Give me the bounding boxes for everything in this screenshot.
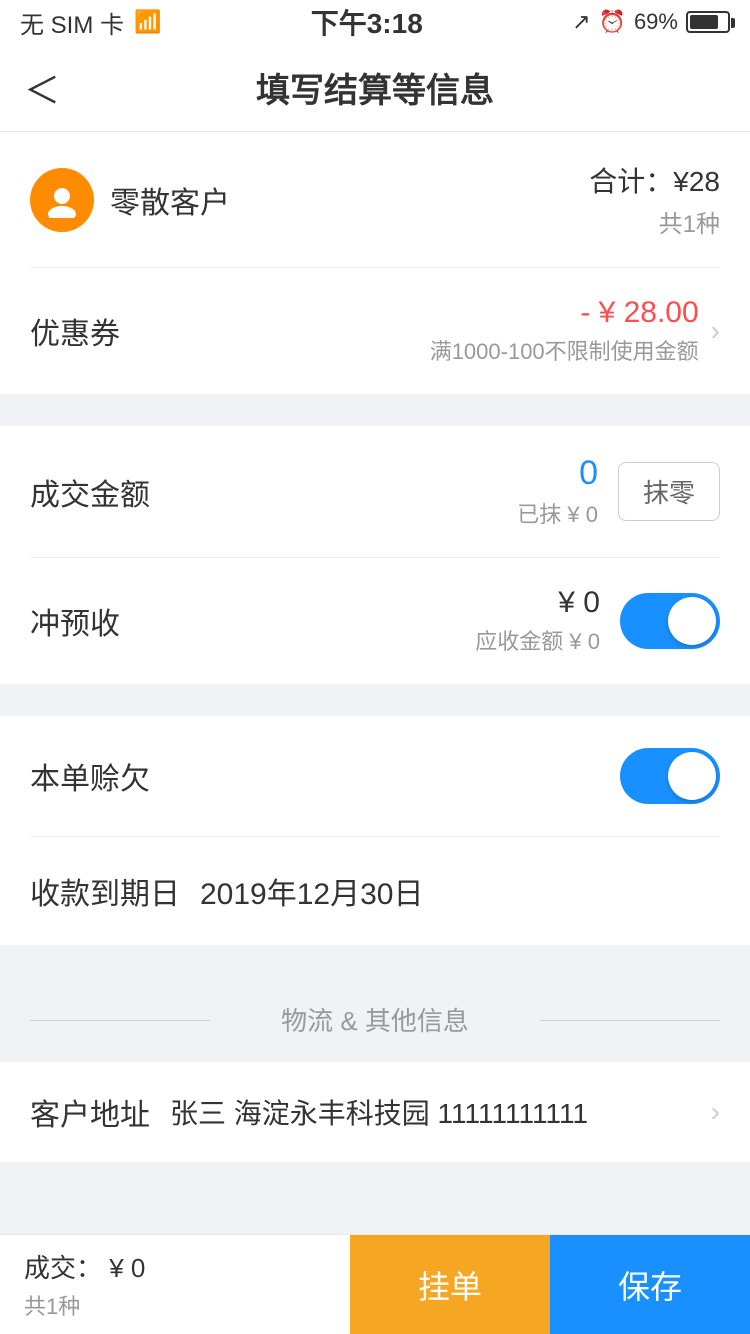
deal-value-block: 0 已抹 ¥ 0 — [517, 454, 598, 529]
credit-row: 本单赊欠 — [0, 716, 750, 836]
customer-info: 零散客户 — [30, 168, 230, 232]
customer-total: 合计：¥28 — [589, 160, 720, 200]
wifi-icon: 📶 — [134, 9, 161, 35]
prepaid-row: 冲预收 ¥ 0 应收金额 ¥ 0 — [0, 558, 750, 684]
prepaid-value-block: ¥ 0 应收金额 ¥ 0 — [475, 586, 600, 656]
address-chevron-icon: › — [711, 1096, 720, 1128]
avatar — [30, 168, 94, 232]
prepaid-amount: ¥ 0 — [475, 586, 600, 620]
credit-toggle-knob — [668, 752, 716, 800]
due-date-row: 收款到期日 2019年12月30日 — [0, 837, 750, 945]
credit-label: 本单赊欠 — [30, 754, 150, 798]
bottom-count-label: 共1种 — [24, 1289, 326, 1321]
prepaid-receivable: 应收金额 ¥ 0 — [475, 624, 600, 656]
nav-bar: ＜ 填写结算等信息 — [0, 44, 750, 132]
status-time: 下午3:18 — [311, 2, 423, 42]
deal-amount-value: 0 — [517, 454, 598, 493]
battery-icon — [686, 11, 730, 33]
deal-right: 0 已抹 ¥ 0 抹零 — [517, 454, 720, 529]
address-label: 客户地址 — [30, 1090, 150, 1134]
battery-percent: 69% — [634, 9, 678, 35]
section-separator-1 — [0, 410, 750, 426]
bottom-deal-label: 成交： ¥ 0 — [24, 1248, 326, 1285]
pending-button[interactable]: 挂单 — [350, 1235, 550, 1334]
credit-toggle[interactable] — [620, 748, 720, 804]
logistics-label: 物流 & 其他信息 — [281, 1006, 469, 1036]
prepaid-right: ¥ 0 应收金额 ¥ 0 — [475, 586, 720, 656]
status-right: ↗ ⏰ 69% — [572, 9, 730, 35]
customer-total-block: 合计：¥28 共1种 — [589, 160, 720, 239]
customer-row: 零散客户 合计：¥28 共1种 — [0, 132, 750, 267]
due-date-label: 收款到期日 — [30, 869, 180, 913]
customer-count: 共1种 — [589, 204, 720, 239]
customer-name: 零散客户 — [110, 178, 230, 222]
coupon-row[interactable]: 优惠券 - ¥ 28.00 满1000-100不限制使用金额 › — [0, 268, 750, 394]
coupon-right: - ¥ 28.00 满1000-100不限制使用金额 › — [430, 296, 720, 366]
deal-deducted: 已抹 ¥ 0 — [517, 497, 598, 529]
alarm-icon: ⏰ — [599, 9, 626, 35]
carrier-label: 无 SIM 卡 — [20, 5, 124, 40]
prepaid-label: 冲预收 — [30, 599, 120, 643]
deal-amount-row: 成交金额 0 已抹 ¥ 0 抹零 — [0, 426, 750, 557]
logistics-header: 物流 & 其他信息 — [0, 977, 750, 1062]
chevron-right-icon: › — [711, 315, 720, 347]
coupon-description: 满1000-100不限制使用金额 — [430, 334, 699, 366]
back-button[interactable]: ＜ — [24, 62, 60, 114]
status-left: 无 SIM 卡 📶 — [20, 5, 161, 40]
round-zero-button[interactable]: 抹零 — [618, 462, 720, 521]
address-row[interactable]: 客户地址 张三 海淀永丰科技园 11111111111 › — [0, 1062, 750, 1162]
save-button[interactable]: 保存 — [550, 1235, 750, 1334]
customer-section: 零散客户 合计：¥28 共1种 优惠券 - ¥ 28.00 满1000-100不… — [0, 132, 750, 394]
section-separator-3 — [0, 961, 750, 977]
bottom-summary: 成交： ¥ 0 共1种 — [0, 1235, 350, 1334]
deal-amount-label: 成交金额 — [30, 470, 150, 514]
page-title: 填写结算等信息 — [256, 63, 494, 112]
bottom-bar: 成交： ¥ 0 共1种 挂单 保存 — [0, 1234, 750, 1334]
section-separator-2 — [0, 700, 750, 716]
address-section: 客户地址 张三 海淀永丰科技园 11111111111 › — [0, 1062, 750, 1162]
prepaid-toggle[interactable] — [620, 593, 720, 649]
credit-section: 本单赊欠 收款到期日 2019年12月30日 — [0, 716, 750, 945]
financial-section: 成交金额 0 已抹 ¥ 0 抹零 冲预收 ¥ 0 应收金额 ¥ 0 — [0, 426, 750, 684]
coupon-discount: - ¥ 28.00 — [430, 296, 699, 330]
coupon-label: 优惠券 — [30, 309, 120, 353]
address-value: 张三 海淀永丰科技园 11111111111 — [170, 1092, 711, 1132]
coupon-value-block: - ¥ 28.00 满1000-100不限制使用金额 — [430, 296, 699, 366]
status-bar: 无 SIM 卡 📶 下午3:18 ↗ ⏰ 69% — [0, 0, 750, 44]
toggle-knob — [668, 597, 716, 645]
battery-fill — [690, 15, 718, 29]
due-date-value: 2019年12月30日 — [200, 869, 423, 913]
location-icon: ↗ — [572, 9, 590, 35]
